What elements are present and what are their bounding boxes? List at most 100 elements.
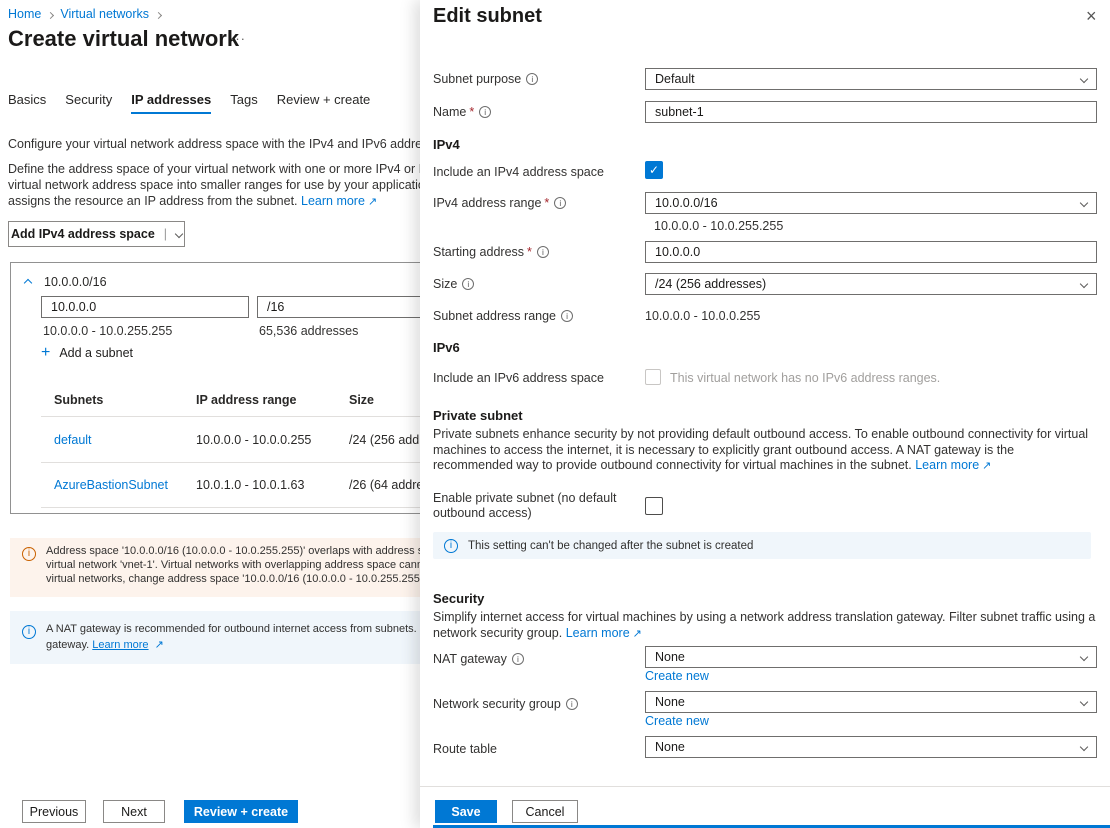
nat-info-line1: A NAT gateway is recommended for outboun… [46, 623, 451, 635]
tab-review-create[interactable]: Review + create [277, 92, 371, 114]
chevron-down-icon [1080, 698, 1088, 706]
label-text: NAT gateway [433, 652, 507, 666]
ipv6-disabled-note: This virtual network has no IPv6 address… [670, 371, 940, 385]
ipv4-section-header: IPv4 [433, 137, 460, 152]
label-text: Subnet address range [433, 309, 556, 323]
route-table-label: Route table [433, 742, 497, 756]
required-mark: * [527, 245, 532, 259]
include-ipv4-label: Include an IPv4 address space [433, 165, 604, 179]
label-text: Subnet purpose [433, 72, 521, 86]
starting-address-input[interactable] [645, 241, 1097, 263]
ipv4-range-dropdown[interactable]: 10.0.0.0/16 [645, 192, 1097, 214]
subnet-range-label: Subnet address range i [433, 309, 573, 323]
column-header-size: Size [349, 393, 374, 407]
ipv4-range-label: IPv4 address range*i [433, 196, 566, 210]
chevron-down-icon [1080, 280, 1088, 288]
include-ipv6-checkbox [645, 369, 661, 385]
nsg-create-new-link[interactable]: Create new [645, 714, 709, 728]
info-icon[interactable]: i [537, 246, 549, 258]
add-subnet-button[interactable]: + Add a subnet [41, 346, 133, 360]
route-table-value: None [655, 740, 685, 754]
route-table-dropdown[interactable]: None [645, 736, 1097, 758]
subnet-default-link[interactable]: default [54, 433, 92, 447]
breadcrumb: Home Virtual networks [8, 7, 168, 21]
info-icon[interactable]: i [479, 106, 491, 118]
private-subnet-description: Private subnets enhance security by not … [433, 427, 1091, 475]
cancel-button[interactable]: Cancel [512, 800, 578, 823]
external-link-icon: ↗ [982, 460, 991, 472]
warning-text: virtual networks, change address space '… [46, 573, 429, 585]
info-icon[interactable]: i [526, 73, 538, 85]
add-ipv4-address-space-button[interactable]: Add IPv4 address space | [8, 221, 185, 247]
enable-private-subnet-checkbox[interactable] [645, 497, 663, 515]
info-icon[interactable]: i [566, 698, 578, 710]
nat-info-line2: gateway. Learn more ↗ [46, 638, 164, 651]
private-learn-more-link[interactable]: Learn more [915, 458, 979, 472]
button-divider: | [164, 227, 167, 241]
info-icon[interactable]: i [561, 310, 573, 322]
network-security-group-dropdown[interactable]: None [645, 691, 1097, 713]
chevron-down-icon [1080, 199, 1088, 207]
size-dropdown[interactable]: /24 (256 addresses) [645, 273, 1097, 295]
info-icon[interactable]: i [512, 653, 524, 665]
include-ipv4-checkbox[interactable]: ✓ [645, 161, 663, 179]
nat-learn-more-link[interactable]: Learn more [92, 639, 148, 651]
info-icon[interactable]: i [554, 197, 566, 209]
name-input[interactable] [645, 101, 1097, 123]
create-virtual-network-page: HomeVirtual networks Create virtual netw… [0, 0, 1110, 828]
network-security-group-label: Network security groupi [433, 697, 578, 711]
column-header-ip-range: IP address range [196, 393, 297, 407]
security-text: Simplify internet access for virtual mac… [433, 610, 1095, 640]
panel-footer-divider [420, 786, 1110, 787]
nat-gateway-dropdown[interactable]: None [645, 646, 1097, 668]
breadcrumb-home-link[interactable]: Home [8, 7, 41, 21]
size-label: Sizei [433, 277, 474, 291]
checkmark-icon: ✓ [649, 163, 659, 177]
address-space-description-line1: Define the address space of your virtual… [8, 161, 479, 177]
add-ipv4-button-label: Add IPv4 address space [11, 227, 155, 241]
nat-info-text: gateway. [46, 639, 89, 651]
collapse-chevron-icon[interactable] [24, 279, 32, 287]
subnet-purpose-dropdown[interactable]: Default [645, 68, 1097, 90]
warning-icon: i [22, 547, 36, 561]
close-icon[interactable]: × [1086, 6, 1097, 27]
add-subnet-label: Add a subnet [59, 346, 133, 360]
learn-more-link[interactable]: Learn more [301, 194, 365, 208]
chevron-down-icon [175, 230, 183, 238]
external-link-icon: ↗ [368, 196, 377, 208]
enable-private-subnet-label: Enable private subnet (no default outbou… [433, 491, 638, 521]
subnet-purpose-label: Subnet purpose i [433, 72, 538, 86]
warning-line2: virtual network 'vnet-1'. Virtual networ… [46, 559, 447, 571]
label-text: Name [433, 105, 466, 119]
next-button[interactable]: Next [103, 800, 165, 823]
chevron-down-icon [1080, 653, 1088, 661]
tab-basics[interactable]: Basics [8, 92, 46, 114]
address-count-text: 65,536 addresses [259, 324, 358, 338]
info-icon: i [444, 539, 458, 553]
tab-security[interactable]: Security [65, 92, 112, 114]
breadcrumb-virtual-networks-link[interactable]: Virtual networks [60, 7, 149, 21]
tab-tags[interactable]: Tags [230, 92, 257, 114]
nat-create-new-link[interactable]: Create new [645, 669, 709, 683]
info-icon[interactable]: i [462, 278, 474, 290]
security-description: Simplify internet access for virtual mac… [433, 610, 1098, 642]
starting-address-label: Starting address* i [433, 245, 549, 259]
review-create-button[interactable]: Review + create [184, 800, 298, 823]
security-learn-more-link[interactable]: Learn more [566, 626, 630, 640]
breadcrumb-chevron-icon [155, 12, 162, 19]
subnet-purpose-value: Default [655, 72, 695, 86]
address-space-description-line3: assigns the resource an IP address from … [8, 193, 377, 210]
edit-subnet-panel: Edit subnet × Subnet purpose i Default Na… [420, 0, 1110, 828]
subnet-bastion-link[interactable]: AzureBastionSubnet [54, 478, 168, 492]
tab-ip-addresses[interactable]: IP addresses [131, 92, 211, 114]
column-header-subnets: Subnets [54, 393, 103, 407]
save-button[interactable]: Save [435, 800, 497, 823]
breadcrumb-chevron-icon [47, 12, 54, 19]
more-icon[interactable]: ··· [230, 31, 246, 46]
panel-title: Edit subnet [433, 5, 542, 28]
description-text: assigns the resource an IP address from … [8, 194, 298, 208]
label-text: Starting address [433, 245, 524, 259]
previous-button[interactable]: Previous [22, 800, 86, 823]
address-space-input[interactable] [41, 296, 249, 318]
tab-bar: Basics Security IP addresses Tags Review… [8, 92, 370, 114]
